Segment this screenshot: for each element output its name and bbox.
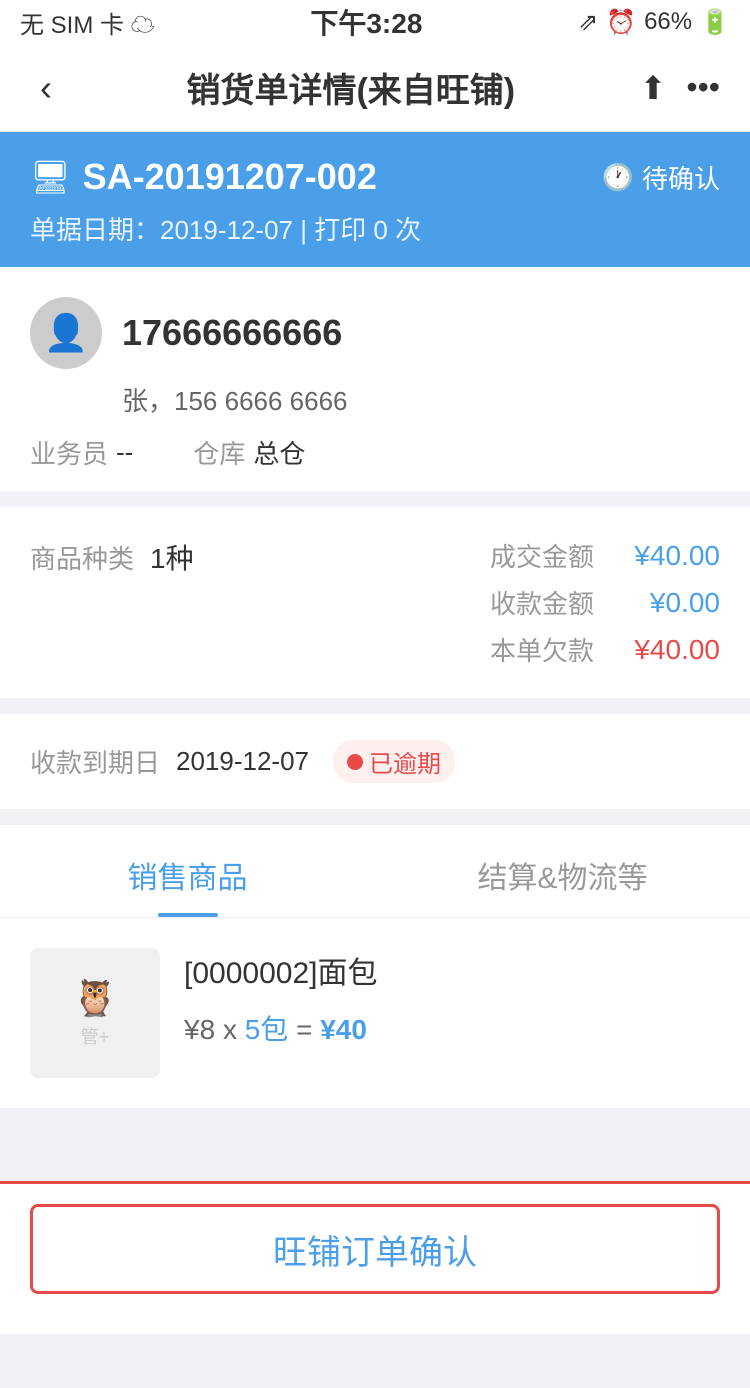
- status-text: 待确认: [642, 159, 720, 196]
- order-doc-icon: 🖥: [30, 158, 71, 196]
- battery-level: 66%: [644, 8, 692, 36]
- status-bar: 无 SIM 卡 ☁ 下午3:28 ⇗ ⏰ 66% 🔋: [0, 0, 750, 44]
- amount-value-2: ¥40.00: [610, 634, 720, 666]
- overdue-badge: 已逾期: [333, 740, 455, 783]
- nav-actions: ⬆︎ •••: [640, 69, 720, 107]
- order-date: 单据日期：2019-12-07 | 打印 0 次: [30, 210, 720, 247]
- tab-sales-products[interactable]: 销售商品: [0, 825, 375, 917]
- confirm-button-wrapper: 旺铺订单确认: [0, 1181, 750, 1334]
- type-label: 商品种类: [30, 539, 134, 576]
- tab-settlement[interactable]: 结算&物流等: [375, 825, 750, 917]
- sales-meta: 业务员 --: [30, 434, 133, 471]
- warehouse-label: 仓库: [193, 434, 245, 471]
- confirm-order-button[interactable]: 旺铺订单确认: [30, 1204, 720, 1294]
- status-time: 下午3:28: [310, 2, 422, 42]
- order-header: 🖥 SA-20191207-002 🕐 待确认 单据日期：2019-12-07 …: [0, 132, 750, 267]
- back-button[interactable]: ‹: [30, 57, 62, 119]
- product-name: [0000002]面包: [184, 948, 720, 992]
- tabs-bar: 销售商品 结算&物流等: [0, 825, 750, 918]
- amount-label-1: 收款金额: [490, 584, 594, 621]
- type-value: 1种: [150, 537, 194, 577]
- summary-section: 商品种类 1种 成交金额 ¥40.00 收款金额 ¥0.00 本单欠款 ¥40.…: [0, 507, 750, 698]
- clock-icon: 🕐: [602, 162, 634, 193]
- location-icon: ⇗: [578, 8, 598, 37]
- due-date-value: 2019-12-07: [176, 746, 309, 777]
- amount-value-0: ¥40.00: [610, 540, 720, 572]
- status-right: ⇗ ⏰ 66% 🔋: [578, 8, 730, 37]
- product-price: ¥8 x 5包 = ¥40: [184, 1008, 720, 1048]
- warehouse-value: 总仓: [253, 434, 305, 471]
- equals-icon: =: [296, 1014, 320, 1045]
- product-qty: 5包: [245, 1014, 289, 1045]
- amount-label-0: 成交金额: [490, 537, 594, 574]
- sales-value: --: [116, 437, 133, 468]
- sim-status: 无 SIM 卡 ☁: [20, 5, 155, 40]
- status-left: 无 SIM 卡 ☁: [20, 5, 155, 40]
- battery-icon: 🔋: [700, 8, 730, 37]
- multiply-icon: x: [223, 1014, 245, 1045]
- product-item: 🦉 管+ [0000002]面包 ¥8 x 5包 = ¥40: [30, 948, 720, 1078]
- avatar-icon: 👤: [44, 312, 89, 354]
- customer-section: 👤 17666666666 张，156 6666 6666 业务员 -- 仓库 …: [0, 267, 750, 491]
- product-list: 🦉 管+ [0000002]面包 ¥8 x 5包 = ¥40: [0, 918, 750, 1108]
- product-img-text: 管+: [81, 1023, 110, 1049]
- due-date-section: 收款到期日 2019-12-07 已逾期: [0, 714, 750, 809]
- customer-name-phone: 张，156 6666 6666: [30, 381, 720, 418]
- amount-value-1: ¥0.00: [610, 587, 720, 619]
- price-unit: ¥8: [184, 1014, 215, 1045]
- product-logo-icon: 🦉: [73, 977, 118, 1019]
- tabs-section: 销售商品 结算&物流等 🦉 管+ [0000002]面包 ¥8 x 5包 = ¥…: [0, 825, 750, 1108]
- nav-bar: ‹ 销货单详情(来自旺铺) ⬆︎ •••: [0, 44, 750, 132]
- avatar: 👤: [30, 297, 102, 369]
- customer-meta: 业务员 -- 仓库 总仓: [30, 434, 720, 471]
- product-image: 🦉 管+: [30, 948, 160, 1078]
- more-icon[interactable]: •••: [686, 69, 720, 106]
- overdue-dot-icon: [347, 754, 363, 770]
- amount-label-2: 本单欠款: [490, 631, 594, 668]
- due-label: 收款到期日: [30, 743, 160, 780]
- order-status: 🕐 待确认: [602, 159, 720, 196]
- product-info: [0000002]面包 ¥8 x 5包 = ¥40: [184, 948, 720, 1048]
- alarm-icon: ⏰: [606, 8, 636, 37]
- customer-phone: 17666666666: [122, 312, 342, 354]
- overdue-text: 已逾期: [369, 744, 441, 779]
- page-title: 销货单详情(来自旺铺): [62, 63, 640, 112]
- summary-right: 成交金额 ¥40.00 收款金额 ¥0.00 本单欠款 ¥40.00: [490, 537, 720, 668]
- order-id: SA-20191207-002: [83, 156, 377, 198]
- order-id-container: 🖥 SA-20191207-002: [30, 156, 377, 198]
- amount-row-1: 收款金额 ¥0.00: [490, 584, 720, 621]
- amount-row-2: 本单欠款 ¥40.00: [490, 631, 720, 668]
- share-icon[interactable]: ⬆︎: [640, 69, 667, 107]
- sales-label: 业务员: [30, 434, 108, 471]
- warehouse-meta: 仓库 总仓: [193, 434, 305, 471]
- summary-left: 商品种类 1种: [30, 537, 194, 577]
- product-total: ¥40: [320, 1014, 367, 1045]
- amount-row-0: 成交金额 ¥40.00: [490, 537, 720, 574]
